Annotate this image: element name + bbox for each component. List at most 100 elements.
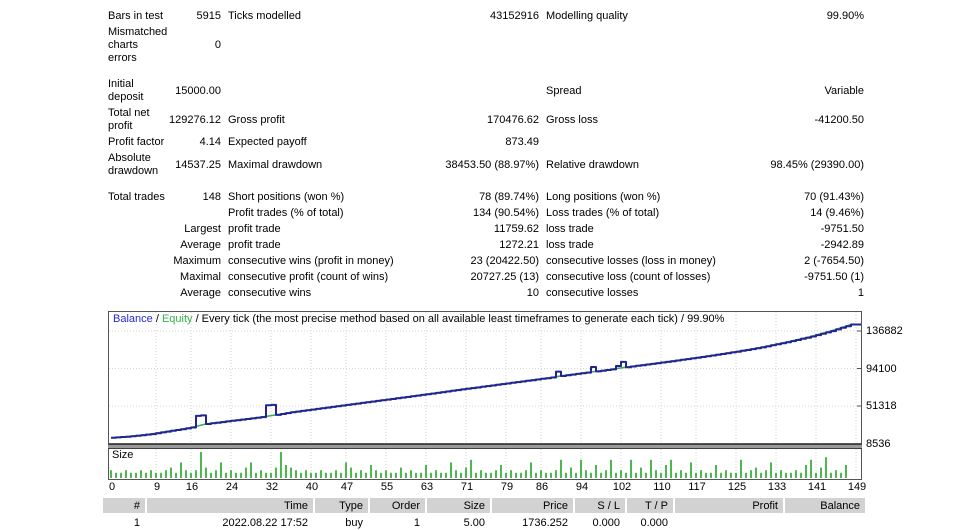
summary-label: Short positions (won %) xyxy=(228,191,345,203)
summary-label: Modelling quality xyxy=(546,10,628,22)
x-axis-tick-label: 141 xyxy=(807,481,827,493)
summary-label: Gross loss xyxy=(546,113,598,126)
x-axis-tick-label: 55 xyxy=(380,481,394,493)
orders-cell xyxy=(675,514,783,529)
orders-column-header: T / P xyxy=(627,498,673,513)
summary-value: 10 xyxy=(526,287,539,299)
summary-label: Relative drawdown xyxy=(546,158,639,171)
orders-column-header: Balance xyxy=(785,498,865,513)
summary-row: Average consecutive wins 10 consecutive los… xyxy=(103,285,865,301)
summary-label xyxy=(103,285,165,301)
summary-value xyxy=(422,76,540,105)
summary-value: 1272.21 xyxy=(499,239,539,251)
orders-column-header: Profit xyxy=(675,498,783,513)
summary-value: Maximal xyxy=(180,271,221,283)
summary-row: Maximum consecutive wins (profit in money… xyxy=(103,253,865,269)
x-axis-tick-label: 94 xyxy=(575,481,589,493)
summary-label: profit trade xyxy=(228,223,281,235)
summary-row: Mismatched charts errors 0 xyxy=(103,24,865,66)
orders-cell: 0.000 xyxy=(575,514,625,529)
x-axis-tick-label: 102 xyxy=(612,481,632,493)
lot-size-chart: Size xyxy=(108,449,862,480)
summary-value xyxy=(422,24,540,66)
x-axis-tick-label: 9 xyxy=(153,481,161,493)
chart-x-axis-labels: 0 9 16 24 32 40 47 55 63 71 79 86 94 102 110 117 125 133 1… xyxy=(108,481,866,495)
summary-row: Maximal consecutive profit (count of wins… xyxy=(103,269,865,285)
summary-value: 98.45% (29390.00) xyxy=(770,158,864,171)
orders-column-header: Time xyxy=(147,498,313,513)
summary-label xyxy=(103,237,165,253)
orders-column-header: S / L xyxy=(575,498,625,513)
summary-spacer xyxy=(103,66,865,76)
summary-value: 4.14 xyxy=(199,136,221,148)
balance-chart: Balance / Equity / Every tick (the most … xyxy=(108,311,862,444)
size-axis-label: Size xyxy=(112,449,134,461)
summary-value: 11759.62 xyxy=(493,223,539,235)
summary-label: Ticks modelled xyxy=(228,10,301,22)
orders-cell: 2022.08.22 17:52 xyxy=(147,514,313,529)
x-axis-tick-label: 63 xyxy=(420,481,434,493)
y-axis-tick-label: 8536 xyxy=(866,437,891,450)
summary-value: -9751.50 xyxy=(820,223,864,235)
summary-label: Total net profit xyxy=(108,107,150,132)
summary-label: Initial deposit xyxy=(108,78,144,103)
summary-value: -9751.50 (1) xyxy=(804,271,864,283)
summary-value: 2 (-7654.50) xyxy=(804,255,864,267)
orders-table-body: 1 2022.08.22 17:52 buy 1 5.00 1736.252 0.000 0.… xyxy=(103,514,865,529)
summary-table-body: Bars in test 5915 Ticks modelled 43152916 Mo… xyxy=(103,8,865,301)
summary-row: Absolute drawdown 14537.25 Maximal drawdow… xyxy=(103,150,865,179)
summary-value: 148 xyxy=(202,191,221,203)
summary-label: Total trades xyxy=(108,191,165,203)
summary-value xyxy=(165,205,222,221)
summary-label: Absolute drawdown xyxy=(108,152,159,177)
orders-cell: 1736.252 xyxy=(492,514,573,529)
summary-label: Bars in test xyxy=(108,10,164,22)
y-axis-tick-label: 136882 xyxy=(866,325,903,337)
orders-cell: 0.000 xyxy=(627,514,673,529)
summary-value: 70 (91.43%) xyxy=(804,191,864,203)
summary-value: Largest xyxy=(184,223,221,235)
orders-row: 1 2022.08.22 17:52 buy 1 5.00 1736.252 0.000 0.… xyxy=(103,514,865,529)
x-axis-tick-label: 149 xyxy=(847,481,867,493)
x-axis-tick-label: 79 xyxy=(500,481,514,493)
summary-label: profit trade xyxy=(228,239,281,251)
chart-title-equity: Equity xyxy=(161,313,193,325)
chart-y-axis-labels: 136882 94100 51318 8536 xyxy=(866,311,926,450)
summary-value: 14537.25 xyxy=(175,158,221,171)
x-axis-tick-label: 16 xyxy=(185,481,199,493)
summary-label: loss trade xyxy=(546,223,594,235)
summary-value: 0 xyxy=(214,39,221,51)
summary-label: Long positions (won %) xyxy=(546,191,661,203)
x-axis-tick-label: 24 xyxy=(225,481,239,493)
orders-header-row: # Time Type Order Size Price S / LT / P Profit B… xyxy=(103,498,865,513)
summary-label xyxy=(222,76,422,105)
summary-row: Bars in test 5915 Ticks modelled 43152916 Mo… xyxy=(103,8,865,24)
summary-label: consecutive profit (count of wins) xyxy=(228,271,389,283)
summary-value: 134 (90.54%) xyxy=(472,207,539,219)
summary-label xyxy=(103,221,165,237)
y-axis-tick-label: 94100 xyxy=(866,362,897,375)
summary-value: Average xyxy=(180,287,221,299)
summary-label: Profit factor xyxy=(108,136,165,148)
summary-value: 1 xyxy=(857,287,864,299)
x-axis-tick-label: 110 xyxy=(653,481,671,493)
summary-label: Loss trades (% of total) xyxy=(546,207,660,219)
chart-title: Balance / Equity / Every tick (the most … xyxy=(113,313,724,325)
summary-value: Average xyxy=(180,239,221,251)
x-axis-tick-label: 40 xyxy=(305,481,319,493)
orders-cell: 5.00 xyxy=(427,514,490,529)
lot-size-canvas xyxy=(110,449,857,478)
summary-value: 129276.12 xyxy=(169,113,221,126)
summary-label: consecutive wins (profit in money) xyxy=(228,255,394,267)
summary-value: Maximum xyxy=(173,255,221,267)
summary-value: 20727.25 (13) xyxy=(470,271,540,283)
x-axis-tick-label: 71 xyxy=(460,481,474,493)
chart-title-balance: Balance xyxy=(113,313,153,325)
summary-value: 38453.50 (88.97%) xyxy=(445,158,539,171)
summary-label: Maximal drawdown xyxy=(228,158,323,171)
chart-title-sep: / xyxy=(152,313,162,325)
summary-label: Expected payoff xyxy=(228,136,307,148)
x-axis-tick-label: 117 xyxy=(688,481,706,493)
summary-value: 43152916 xyxy=(490,10,539,22)
summary-label: loss trade xyxy=(546,239,594,251)
